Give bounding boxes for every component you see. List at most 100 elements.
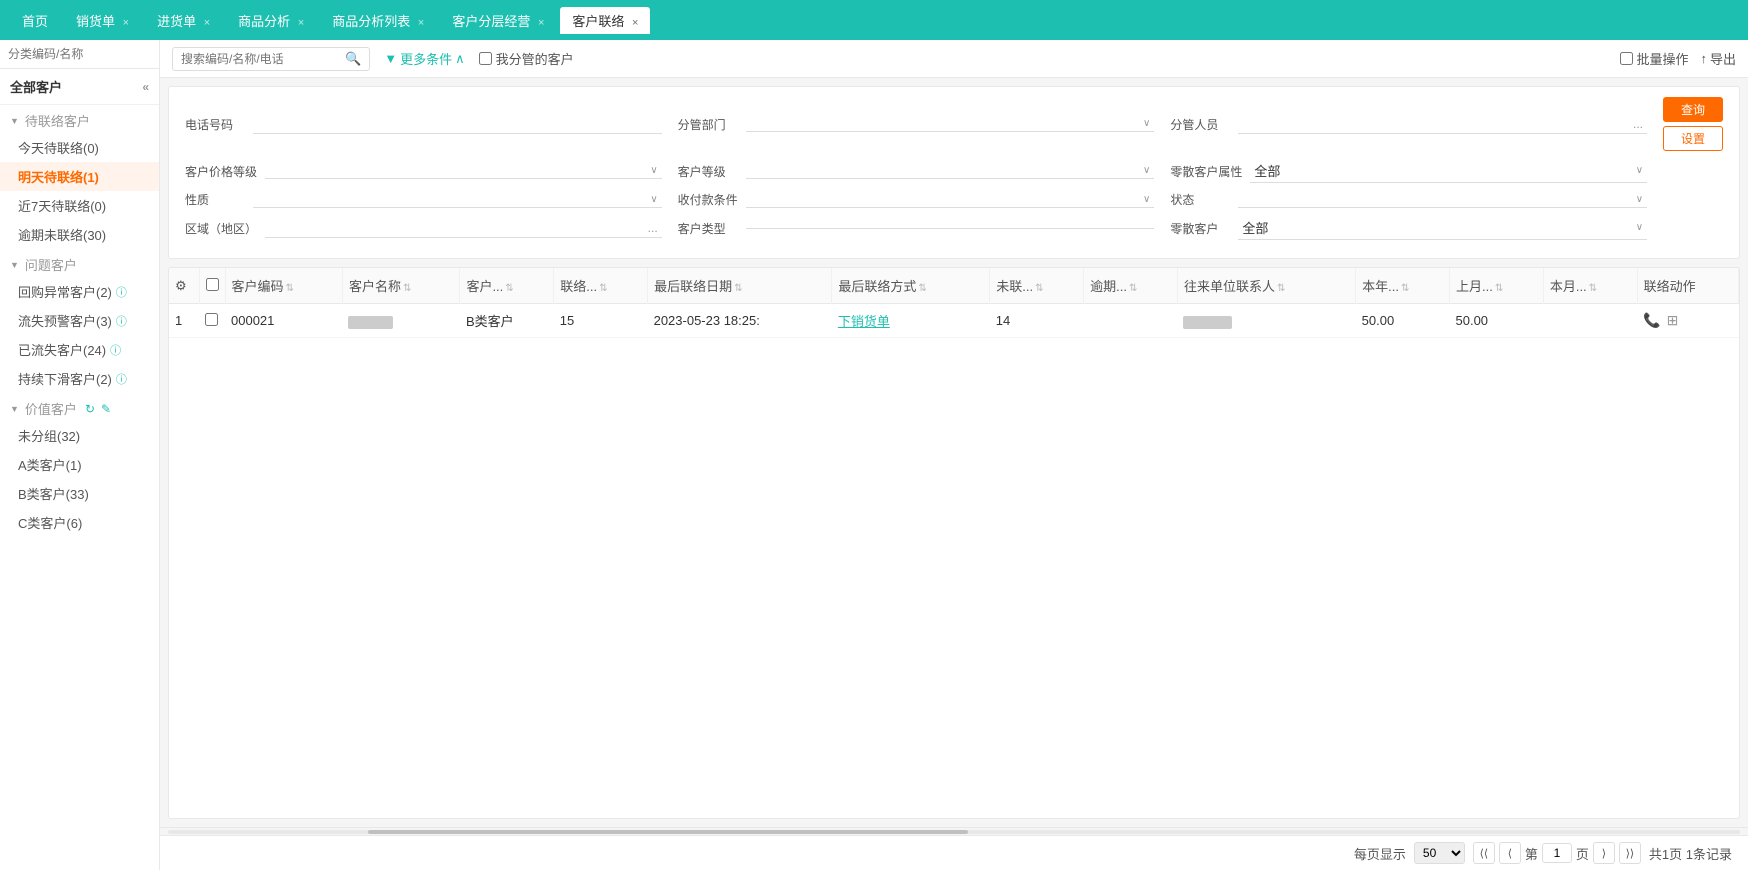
chevron-price-icon: ∨: [650, 165, 657, 176]
page-number-input[interactable]: [1542, 843, 1572, 863]
col-uncontacted[interactable]: 未联...⇅: [990, 268, 1084, 304]
col-last-month[interactable]: 上月...⇅: [1450, 268, 1544, 304]
my-customers-checkbox[interactable]: 我分管的客户: [479, 49, 574, 68]
sidebar-item-class-c[interactable]: C类客户(6): [0, 508, 159, 537]
sidebar-item-ungrouped[interactable]: 未分组(32): [0, 421, 159, 450]
col-type[interactable]: 客户...⇅: [460, 268, 554, 304]
sidebar-item-churned[interactable]: 已流失客户(24) ⓘ: [0, 335, 159, 364]
nav-customer-contact[interactable]: 客户联络 ×: [560, 7, 650, 34]
col-overdue[interactable]: 逾期...⇅: [1084, 268, 1178, 304]
sidebar-item-7days[interactable]: 近7天待联络(0): [0, 191, 159, 220]
sidebar-item-abnormal-repurchase[interactable]: 回购异常客户(2) ⓘ: [0, 277, 159, 306]
more-filter-button[interactable]: ▼ 更多条件 ∧: [378, 46, 470, 71]
col-checkbox[interactable]: [199, 268, 225, 304]
filter-select-retail-customer[interactable]: 全部 ∨: [1238, 216, 1647, 240]
prev-page-button[interactable]: ⟨: [1499, 842, 1521, 864]
nav-customer-tier[interactable]: 客户分层经营 ×: [440, 7, 556, 34]
close-customer-contact-icon[interactable]: ×: [632, 17, 638, 29]
nav-product-analysis-list[interactable]: 商品分析列表 ×: [320, 7, 436, 34]
col-name[interactable]: 客户名称⇅: [342, 268, 459, 304]
filter-input-phone[interactable]: [253, 115, 662, 134]
filter-select-dept[interactable]: ∨: [746, 116, 1155, 132]
sidebar-item-tomorrow[interactable]: 明天待联络(1): [0, 162, 159, 191]
my-customers-check[interactable]: [479, 52, 492, 65]
col-settings[interactable]: ⚙: [169, 268, 199, 304]
filter-select-price-level[interactable]: ∨: [265, 163, 662, 179]
filter-cell-payment: 收付款条件 ∨: [678, 191, 1171, 208]
col-contact-person[interactable]: 往来单位联系人⇅: [1177, 268, 1355, 304]
row-checkbox[interactable]: [199, 304, 225, 338]
close-customer-tier-icon[interactable]: ×: [538, 17, 544, 29]
sidebar-item-class-a[interactable]: A类客户(1): [0, 450, 159, 479]
batch-checkbox[interactable]: [1620, 52, 1633, 65]
row-index: 1: [169, 304, 199, 338]
select-all-checkbox[interactable]: [206, 278, 219, 291]
col-this-month[interactable]: 本月...⇅: [1543, 268, 1637, 304]
sidebar-item-class-b[interactable]: B类客户(33): [0, 479, 159, 508]
row-last-method[interactable]: 下销货单: [832, 304, 990, 338]
col-this-year[interactable]: 本年...⇅: [1356, 268, 1450, 304]
query-button[interactable]: 查询: [1663, 97, 1723, 122]
filter-select-customer-level[interactable]: ∨: [746, 163, 1155, 179]
filter-cell-price-level: 客户价格等级 ∨: [185, 163, 678, 180]
batch-operation-button[interactable]: 批量操作: [1620, 49, 1688, 68]
close-purchase-order-icon[interactable]: ×: [204, 17, 210, 29]
filter-input-customer-type[interactable]: [746, 228, 1155, 229]
filter-label-nature: 性质: [185, 191, 245, 208]
filter-cell-manager: 分管人员 ...: [1170, 115, 1663, 134]
row-code: 000021: [225, 304, 342, 338]
edit-value-icon[interactable]: ✎: [101, 402, 111, 416]
row-select-checkbox[interactable]: [205, 313, 218, 326]
export-button[interactable]: ↑ 导出: [1700, 49, 1736, 68]
sidebar-all-customers[interactable]: 全部客户 «: [0, 69, 159, 105]
customer-table: ⚙ 客户编码⇅ 客户名称⇅ 客户...⇅ 联络...⇅ 最后联络日期⇅ 最后联络…: [169, 268, 1739, 338]
col-last-method[interactable]: 最后联络方式⇅: [832, 268, 990, 304]
refresh-value-icon[interactable]: ↻: [85, 402, 95, 416]
sidebar-item-declining[interactable]: 持续下滑客户(2) ⓘ: [0, 364, 159, 393]
phone-action-icon[interactable]: 📞: [1643, 312, 1660, 329]
last-page-button[interactable]: ⟩⟩: [1619, 842, 1641, 864]
close-product-analysis-icon[interactable]: ×: [298, 17, 304, 29]
filter-select-region[interactable]: ...: [265, 219, 662, 238]
filter-select-nature[interactable]: ∨: [253, 192, 662, 208]
col-contact-count[interactable]: 联络...⇅: [554, 268, 648, 304]
nav-product-analysis[interactable]: 商品分析 ×: [226, 7, 316, 34]
row-name[interactable]: Ea: [342, 304, 459, 338]
table-header-row: ⚙ 客户编码⇅ 客户名称⇅ 客户...⇅ 联络...⇅ 最后联络日期⇅ 最后联络…: [169, 268, 1739, 304]
sidebar-section-problem[interactable]: ▼ 问题客户: [0, 249, 159, 277]
triangle-problem-icon: ▼: [10, 260, 19, 270]
scrollbar-thumb[interactable]: [368, 830, 968, 834]
sidebar-section-pending[interactable]: ▼ 待联络客户: [0, 105, 159, 133]
filter-select-payment[interactable]: ∨: [746, 192, 1155, 208]
filter-select-status[interactable]: ∨: [1238, 192, 1647, 208]
nav-purchase-order[interactable]: 进货单 ×: [145, 7, 222, 34]
close-product-list-icon[interactable]: ×: [418, 17, 424, 29]
per-page-label: 每页显示: [1354, 844, 1406, 863]
close-sales-order-icon[interactable]: ×: [123, 17, 129, 29]
sidebar-section-value[interactable]: ▼ 价值客户 ↻ ✎: [0, 393, 159, 421]
horizontal-scrollbar[interactable]: [160, 827, 1748, 835]
filter-icon: ▼: [384, 51, 397, 66]
sidebar-item-churn-warning[interactable]: 流失预警客户(3) ⓘ: [0, 306, 159, 335]
filter-label-customer-level: 客户等级: [678, 163, 738, 180]
sidebar-search-input[interactable]: [8, 47, 160, 61]
filter-row-3: 性质 ∨ 收付款条件 ∨ 状态: [185, 191, 1723, 208]
filter-select-retail-attr[interactable]: 全部 ∨: [1250, 159, 1647, 183]
nav-home[interactable]: 首页: [10, 7, 60, 34]
next-page-button[interactable]: ⟩: [1593, 842, 1615, 864]
filter-select-manager[interactable]: ...: [1238, 115, 1647, 134]
sidebar-item-overdue[interactable]: 逾期未联络(30): [0, 220, 159, 249]
per-page-select[interactable]: 50 10 20 100: [1414, 842, 1465, 864]
col-last-date[interactable]: 最后联络日期⇅: [648, 268, 832, 304]
grid-action-icon[interactable]: ⊞: [1667, 312, 1679, 329]
settings-button[interactable]: 设置: [1663, 126, 1723, 151]
page-label: 第: [1525, 844, 1538, 863]
search-icon[interactable]: 🔍: [345, 51, 361, 67]
nav-sales-order[interactable]: 销货单 ×: [64, 7, 141, 34]
col-code[interactable]: 客户编码⇅: [225, 268, 342, 304]
sidebar-collapse-icon[interactable]: «: [142, 80, 149, 94]
search-input[interactable]: [181, 52, 341, 66]
pagination: ⟨⟨ ⟨ 第 页 ⟩ ⟩⟩: [1473, 842, 1641, 864]
first-page-button[interactable]: ⟨⟨: [1473, 842, 1495, 864]
sidebar-item-today[interactable]: 今天待联络(0): [0, 133, 159, 162]
